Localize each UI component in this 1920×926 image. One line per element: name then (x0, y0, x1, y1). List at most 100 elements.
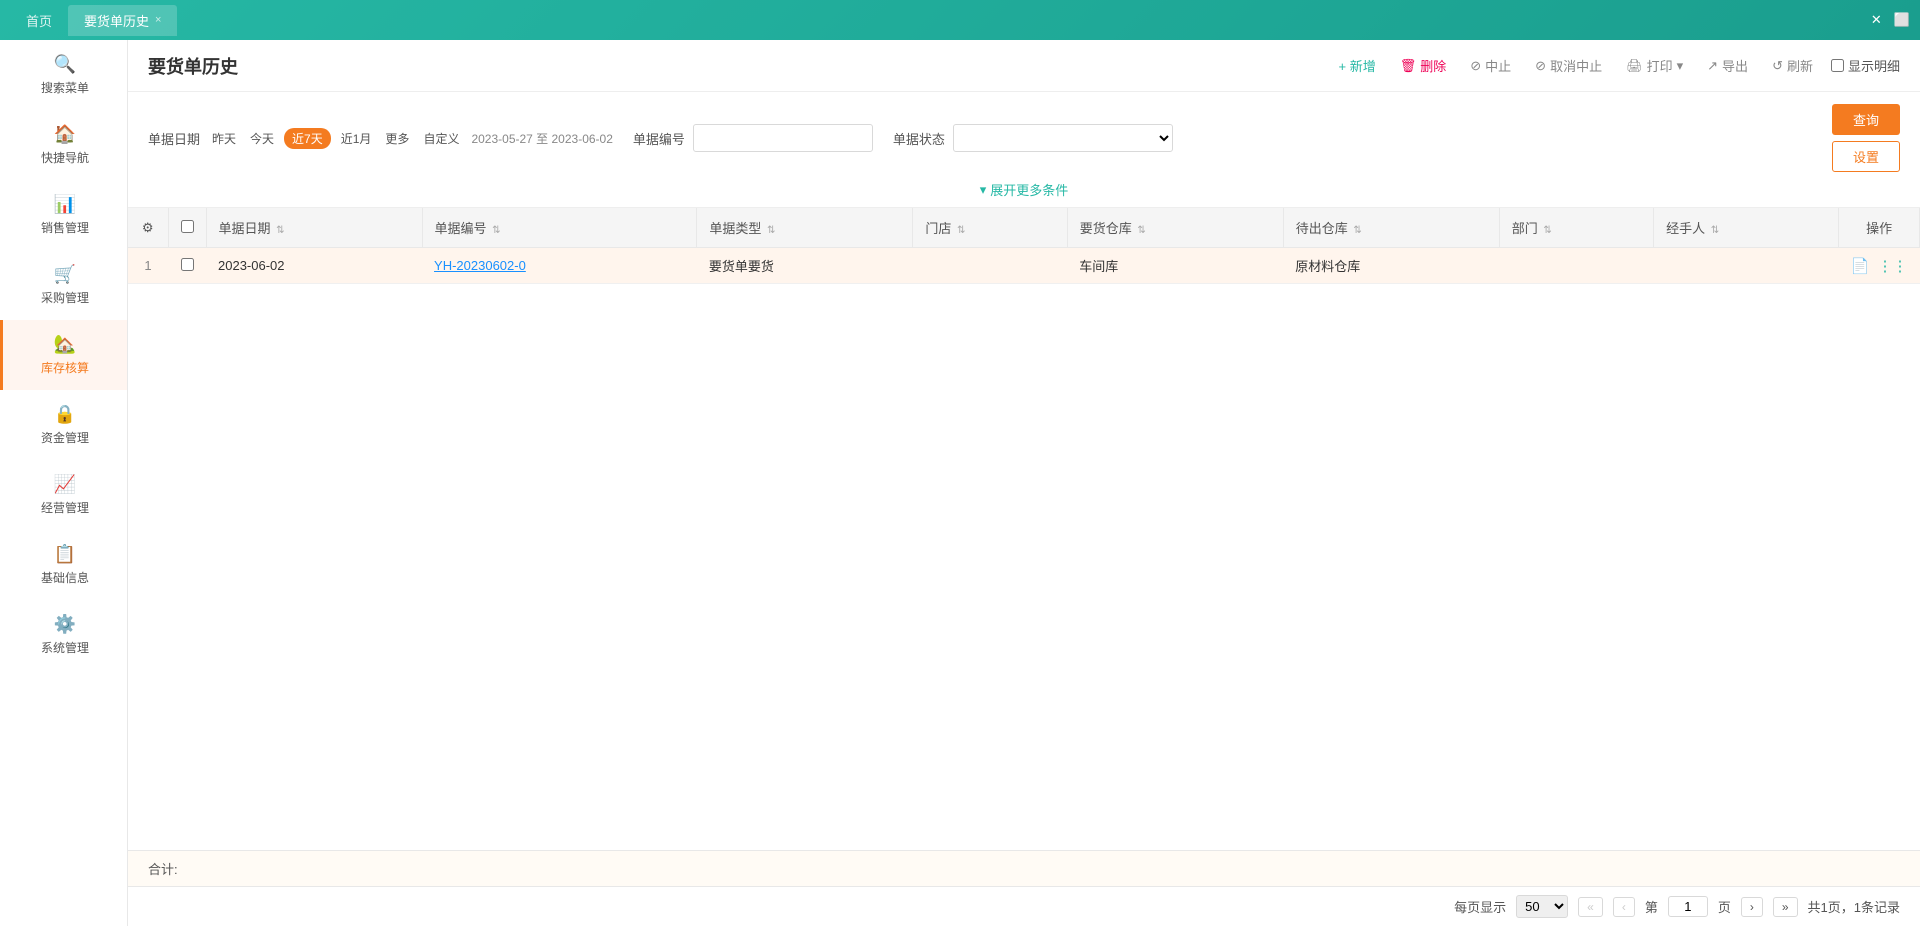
last-page-button[interactable]: » (1773, 897, 1798, 917)
page-input[interactable] (1668, 896, 1708, 917)
col-doc-no-label: 单据编号 (435, 221, 487, 236)
sidebar-item-basic-info-label: 基础信息 (41, 569, 89, 586)
row-doc-no-link[interactable]: YH-20230602-0 (434, 258, 526, 273)
sales-mgmt-icon: 📊 (54, 194, 76, 215)
col-date-sort-icon: ⇅ (276, 225, 284, 236)
tab-list: 首页 要货单历史 × (10, 5, 1871, 36)
col-store-label: 门店 (925, 221, 951, 236)
stop-button[interactable]: ⊘ 中止 (1464, 52, 1517, 79)
sidebar-item-ops-mgmt[interactable]: 📈 经营管理 (0, 460, 127, 530)
col-date-label: 单据日期 (219, 221, 271, 236)
print-dropdown-icon: ▾ (1677, 58, 1684, 74)
expand-more-label: 展开更多条件 (990, 180, 1068, 199)
settings-button[interactable]: 设置 (1832, 141, 1900, 172)
date-btn-more[interactable]: 更多 (381, 128, 413, 149)
sidebar-item-search-menu[interactable]: 🔍 搜索菜单 (0, 40, 127, 110)
ops-mgmt-icon: 📈 (54, 474, 76, 495)
status-filter-group: 单据状态 (893, 124, 1173, 152)
sidebar-item-sales-mgmt-label: 销售管理 (41, 219, 89, 236)
date-filter-group: 单据日期 昨天 今天 近7天 近1月 更多 自定义 2023-05-27 至 2… (148, 128, 613, 149)
page-header: 要货单历史 + 新增 🗑 删除 ⊘ 中止 ⊘ 取消中止 🖨 打印 (128, 40, 1920, 92)
col-doc-type[interactable]: 单据类型 ⇅ (697, 208, 913, 248)
sidebar-item-search-menu-label: 搜索菜单 (41, 79, 89, 96)
stop-label: 中止 (1485, 56, 1511, 75)
row-doc-no[interactable]: YH-20230602-0 (422, 248, 697, 284)
delete-button[interactable]: 🗑 删除 (1394, 52, 1453, 79)
date-range-display: 2023-05-27 至 2023-06-02 (471, 130, 612, 147)
search-menu-icon: 🔍 (54, 54, 76, 75)
sidebar-item-basic-info[interactable]: 📋 基础信息 (0, 530, 127, 600)
prev-page-button[interactable]: ‹ (1613, 897, 1635, 917)
total-info: 共1页，1条记录 (1808, 897, 1900, 916)
first-page-button[interactable]: « (1578, 897, 1603, 917)
status-select[interactable] (953, 124, 1173, 152)
row-store (913, 248, 1067, 284)
row-num: 1 (128, 248, 168, 284)
doc-no-label: 单据编号 (633, 129, 685, 148)
date-btn-7days[interactable]: 近7天 (284, 128, 331, 149)
cancel-stop-icon: ⊘ (1535, 58, 1546, 74)
refresh-icon: ↺ (1772, 58, 1783, 74)
cancel-stop-label: 取消中止 (1550, 56, 1602, 75)
stop-icon: ⊘ (1470, 58, 1481, 74)
table-footer: 合计: (128, 850, 1920, 886)
row-req-warehouse: 车间库 (1067, 248, 1283, 284)
show-detail-toggle[interactable]: 显示明细 (1831, 56, 1900, 75)
col-checkbox (168, 208, 206, 248)
row-department (1499, 248, 1653, 284)
tab-close-icon[interactable]: × (155, 14, 161, 26)
page-size-select[interactable]: 50 100 200 (1516, 895, 1568, 918)
row-edit-icon[interactable]: 📄 (1851, 257, 1870, 275)
col-handler[interactable]: 经手人 ⇅ (1654, 208, 1839, 248)
doc-no-input[interactable] (693, 124, 873, 152)
col-department-sort-icon: ⇅ (1543, 225, 1551, 236)
new-button[interactable]: + 新增 (1332, 52, 1381, 79)
next-page-button[interactable]: › (1741, 897, 1763, 917)
export-button[interactable]: ↗ 导出 (1701, 52, 1754, 79)
sidebar-item-quick-nav[interactable]: 🏠 快捷导航 (0, 110, 127, 180)
date-btn-custom[interactable]: 自定义 (419, 128, 463, 149)
date-btn-yesterday[interactable]: 昨天 (208, 128, 240, 149)
expand-more-btn[interactable]: ▾ 展开更多条件 (148, 180, 1900, 199)
col-handler-label: 经手人 (1666, 221, 1705, 236)
row-more-icon[interactable]: ⋮⋮ (1878, 257, 1908, 275)
col-date[interactable]: 单据日期 ⇅ (206, 208, 422, 248)
date-btn-today[interactable]: 今天 (246, 128, 278, 149)
refresh-button[interactable]: ↺ 刷新 (1766, 52, 1819, 79)
sidebar-item-purchase-mgmt[interactable]: 🛒 采购管理 (0, 250, 127, 320)
filter-row-1: 单据日期 昨天 今天 近7天 近1月 更多 自定义 2023-05-27 至 2… (148, 104, 1900, 172)
row-checkbox-cell (168, 248, 206, 284)
sidebar-item-sys-mgmt[interactable]: ⚙️ 系统管理 (0, 600, 127, 670)
query-button[interactable]: 查询 (1832, 104, 1900, 135)
row-handler (1654, 248, 1839, 284)
export-icon: ↗ (1707, 58, 1718, 74)
print-button[interactable]: 🖨 打印 ▾ (1620, 52, 1689, 79)
col-store[interactable]: 门店 ⇅ (913, 208, 1067, 248)
tab-requisition-history[interactable]: 要货单历史 × (68, 5, 177, 36)
sidebar-item-ops-mgmt-label: 经营管理 (41, 499, 89, 516)
row-checkbox[interactable] (181, 258, 194, 271)
cancel-stop-button[interactable]: ⊘ 取消中止 (1529, 52, 1608, 79)
tab-home[interactable]: 首页 (10, 5, 68, 36)
col-department[interactable]: 部门 ⇅ (1499, 208, 1653, 248)
purchase-mgmt-icon: 🛒 (54, 264, 76, 285)
date-btn-1month[interactable]: 近1月 (337, 128, 376, 149)
finance-mgmt-icon: 🔒 (54, 404, 76, 425)
select-all-checkbox[interactable] (181, 220, 194, 233)
col-pending-warehouse[interactable]: 待出仓库 ⇅ (1283, 208, 1499, 248)
window-maximize-icon[interactable]: ⬜ (1894, 12, 1910, 28)
main-layout: 🔍 搜索菜单 🏠 快捷导航 📊 销售管理 🛒 采购管理 🏡 库存核算 🔒 资金管… (0, 40, 1920, 926)
print-label: 打印 (1647, 56, 1673, 75)
col-req-warehouse[interactable]: 要货仓库 ⇅ (1067, 208, 1283, 248)
inventory-mgmt-icon: 🏡 (54, 334, 76, 355)
show-detail-checkbox[interactable] (1831, 59, 1844, 72)
sidebar-item-finance-mgmt[interactable]: 🔒 资金管理 (0, 390, 127, 460)
window-close-icon[interactable]: ✕ (1871, 12, 1882, 28)
delete-label: 删除 (1420, 56, 1446, 75)
col-settings[interactable]: ⚙ (128, 208, 168, 248)
refresh-label: 刷新 (1787, 56, 1813, 75)
sidebar-item-inventory-mgmt[interactable]: 🏡 库存核算 (0, 320, 127, 390)
sidebar-item-quick-nav-label: 快捷导航 (41, 149, 89, 166)
sidebar-item-sales-mgmt[interactable]: 📊 销售管理 (0, 180, 127, 250)
col-doc-no[interactable]: 单据编号 ⇅ (422, 208, 697, 248)
